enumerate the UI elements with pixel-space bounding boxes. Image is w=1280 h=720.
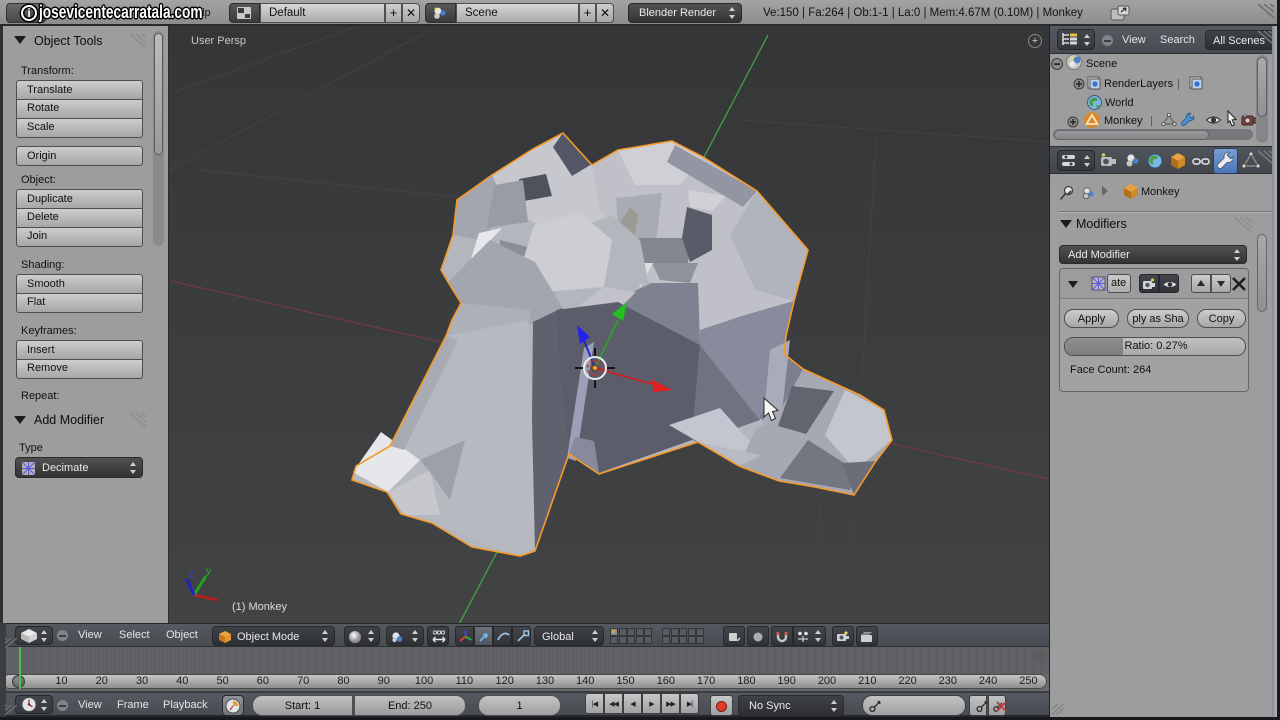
svg-text:y: y [206, 566, 211, 577]
svg-text:z: z [189, 569, 194, 580]
